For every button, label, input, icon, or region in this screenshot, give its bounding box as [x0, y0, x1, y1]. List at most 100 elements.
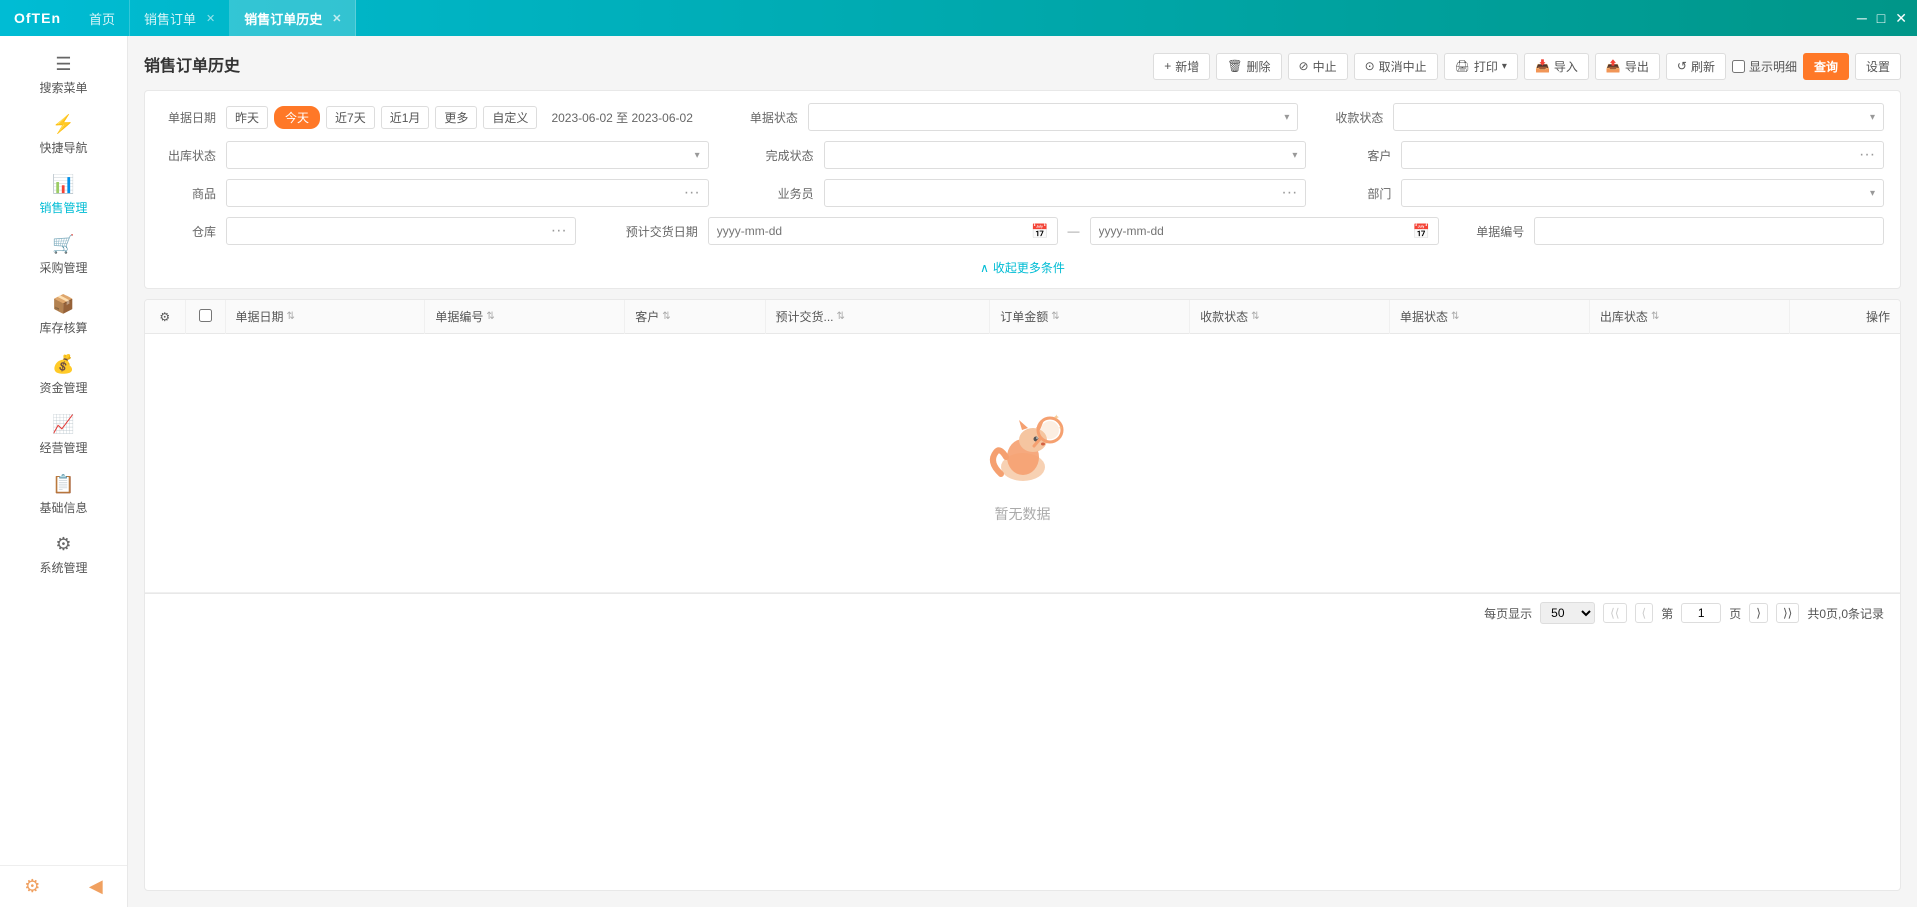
tab-home[interactable]: 首页: [75, 0, 130, 36]
salesperson-field[interactable]: [833, 186, 1272, 200]
settings-button[interactable]: 设置: [1855, 53, 1901, 80]
salesperson-dots-icon[interactable]: ···: [1281, 184, 1297, 202]
th-settings[interactable]: ⚙: [145, 300, 185, 334]
per-page-select[interactable]: 50 10 20 100: [1540, 602, 1595, 624]
goods-field[interactable]: [235, 186, 674, 200]
sort-date-icon[interactable]: ⇅: [287, 312, 295, 322]
settings-gear-icon[interactable]: ⚙: [159, 310, 170, 324]
delivery-status-select[interactable]: ▾: [226, 141, 709, 169]
sort-receipt-status-icon[interactable]: ⇅: [1251, 312, 1259, 322]
stop-label: 中止: [1313, 58, 1337, 75]
goods-label: 商品: [161, 185, 216, 202]
bill-number-input[interactable]: [1534, 217, 1884, 245]
export-label: 导出: [1625, 58, 1649, 75]
sort-bill-status-icon[interactable]: ⇅: [1451, 312, 1459, 322]
receipt-status-select[interactable]: ▾: [1393, 103, 1884, 131]
maximize-icon[interactable]: □: [1877, 10, 1885, 26]
prev-page-button[interactable]: ⟨: [1635, 603, 1654, 623]
tab-sales-order[interactable]: 销售订单 ✕: [130, 0, 230, 36]
refresh-button[interactable]: ↺ 刷新: [1666, 53, 1726, 80]
th-checkbox[interactable]: [185, 300, 225, 334]
sidebar-item-system[interactable]: ⚙ 系统管理: [0, 524, 127, 584]
date-separator: —: [1068, 224, 1080, 238]
tab-sales-order-history[interactable]: 销售订单历史 ✕: [230, 0, 356, 36]
sort-bill-no-icon[interactable]: ⇅: [486, 312, 494, 322]
date-btn-more[interactable]: 更多: [435, 106, 477, 129]
collapse-up-icon: ∧: [980, 261, 989, 275]
content-area: 销售订单历史 + 新增 🗑 删除 ⊘ 中止 ⊙ 取消中止: [128, 36, 1917, 907]
sidebar-item-system-label: 系统管理: [39, 559, 87, 576]
delete-button[interactable]: 🗑 删除: [1216, 53, 1281, 80]
show-detail-checkbox-wrapper[interactable]: 显示明细: [1732, 58, 1797, 75]
sort-customer-icon[interactable]: ⇅: [662, 312, 670, 322]
date-btn-yesterday[interactable]: 昨天: [226, 106, 268, 129]
query-button[interactable]: 查询: [1803, 53, 1849, 80]
sidebar-item-search-menu[interactable]: ☰ 搜索菜单: [0, 44, 127, 104]
date-btn-7days[interactable]: 近7天: [326, 106, 375, 129]
close-sales-order-history-icon[interactable]: ✕: [332, 12, 341, 25]
sidebar-item-quick-nav[interactable]: ⚡ 快捷导航: [0, 104, 127, 164]
sidebar-collapse-icon[interactable]: ◀: [89, 876, 103, 897]
collapse-label: 收起更多条件: [993, 259, 1065, 276]
expected-date-to[interactable]: 📅: [1090, 217, 1440, 245]
stop-button[interactable]: ⊘ 中止: [1288, 53, 1348, 80]
sidebar-item-finance[interactable]: 💰 资金管理: [0, 344, 127, 404]
expected-date-to-field[interactable]: [1099, 224, 1407, 238]
goods-dots-icon[interactable]: ···: [684, 184, 700, 202]
salesperson-input[interactable]: ···: [824, 179, 1307, 207]
cancel-stop-button[interactable]: ⊙ 取消中止: [1354, 53, 1438, 80]
page-suffix: 页: [1729, 605, 1741, 622]
print-icon: 🖨: [1455, 59, 1470, 73]
bill-status-select[interactable]: ▾: [808, 103, 1299, 131]
new-button[interactable]: + 新增: [1153, 53, 1210, 80]
close-sales-order-icon[interactable]: ✕: [206, 12, 215, 25]
sidebar-item-sales-mgmt[interactable]: 📊 销售管理: [0, 164, 127, 224]
sidebar-item-operations[interactable]: 📈 经营管理: [0, 404, 127, 464]
filter-collapse-row: ∧ 收起更多条件: [161, 255, 1884, 276]
sidebar-item-inventory[interactable]: 📦 库存核算: [0, 284, 127, 344]
warehouse-dots-icon[interactable]: ···: [551, 222, 567, 240]
warehouse-input[interactable]: ···: [226, 217, 576, 245]
customer-input[interactable]: ···: [1401, 141, 1884, 169]
th-amount-label: 订单金额: [1000, 308, 1048, 325]
sidebar-item-inventory-label: 库存核算: [39, 319, 87, 336]
filter-row-goods: 商品 ··· 业务员 ··· 部门 ▾: [161, 179, 1884, 207]
toolbar: + 新增 🗑 删除 ⊘ 中止 ⊙ 取消中止 🖨 打印: [1153, 53, 1901, 80]
customer-dots-icon[interactable]: ···: [1859, 146, 1875, 164]
window-controls: ─ □ ✕: [1857, 0, 1917, 36]
print-button[interactable]: 🖨 打印 ▾: [1444, 53, 1518, 80]
next-page-button[interactable]: ⟩: [1749, 603, 1768, 623]
collapse-button[interactable]: ∧ 收起更多条件: [980, 255, 1065, 276]
bill-number-field[interactable]: [1543, 224, 1875, 238]
goods-input[interactable]: ···: [226, 179, 709, 207]
page-input[interactable]: [1681, 603, 1721, 623]
dept-select[interactable]: ▾: [1401, 179, 1884, 207]
calendar-to-icon[interactable]: 📅: [1413, 223, 1430, 240]
window-close-icon[interactable]: ✕: [1895, 10, 1907, 27]
export-button[interactable]: 📤 导出: [1595, 53, 1660, 80]
warehouse-field[interactable]: [235, 224, 541, 238]
last-page-button[interactable]: ⟩⟩: [1776, 603, 1799, 623]
first-page-button[interactable]: ⟨⟨: [1603, 603, 1626, 623]
select-all-checkbox[interactable]: [199, 309, 212, 322]
completion-status-select[interactable]: ▾: [824, 141, 1307, 169]
date-btn-custom[interactable]: 自定义: [483, 106, 537, 129]
sidebar-item-purchase-mgmt[interactable]: 🛒 采购管理: [0, 224, 127, 284]
minimize-icon[interactable]: ─: [1857, 10, 1867, 26]
expected-date-from[interactable]: 📅: [708, 217, 1058, 245]
show-detail-checkbox[interactable]: [1732, 60, 1745, 73]
import-button[interactable]: 📥 导入: [1524, 53, 1589, 80]
sort-delivery-status-icon[interactable]: ⇅: [1651, 312, 1659, 322]
svg-text:✦: ✦: [1053, 413, 1060, 422]
customer-field[interactable]: [1410, 148, 1849, 162]
sidebar-item-data[interactable]: 📋 基础信息: [0, 464, 127, 524]
date-btn-1month[interactable]: 近1月: [381, 106, 430, 129]
calendar-from-icon[interactable]: 📅: [1031, 223, 1048, 240]
date-btn-today[interactable]: 今天: [274, 106, 320, 129]
sidebar-settings-icon[interactable]: ⚙: [24, 876, 40, 897]
expected-date-from-field[interactable]: [717, 224, 1025, 238]
new-label: 新增: [1175, 58, 1199, 75]
th-operation-label: 操作: [1866, 310, 1890, 324]
sort-amount-icon[interactable]: ⇅: [1051, 312, 1059, 322]
sort-expected-date-icon[interactable]: ⇅: [837, 312, 845, 322]
